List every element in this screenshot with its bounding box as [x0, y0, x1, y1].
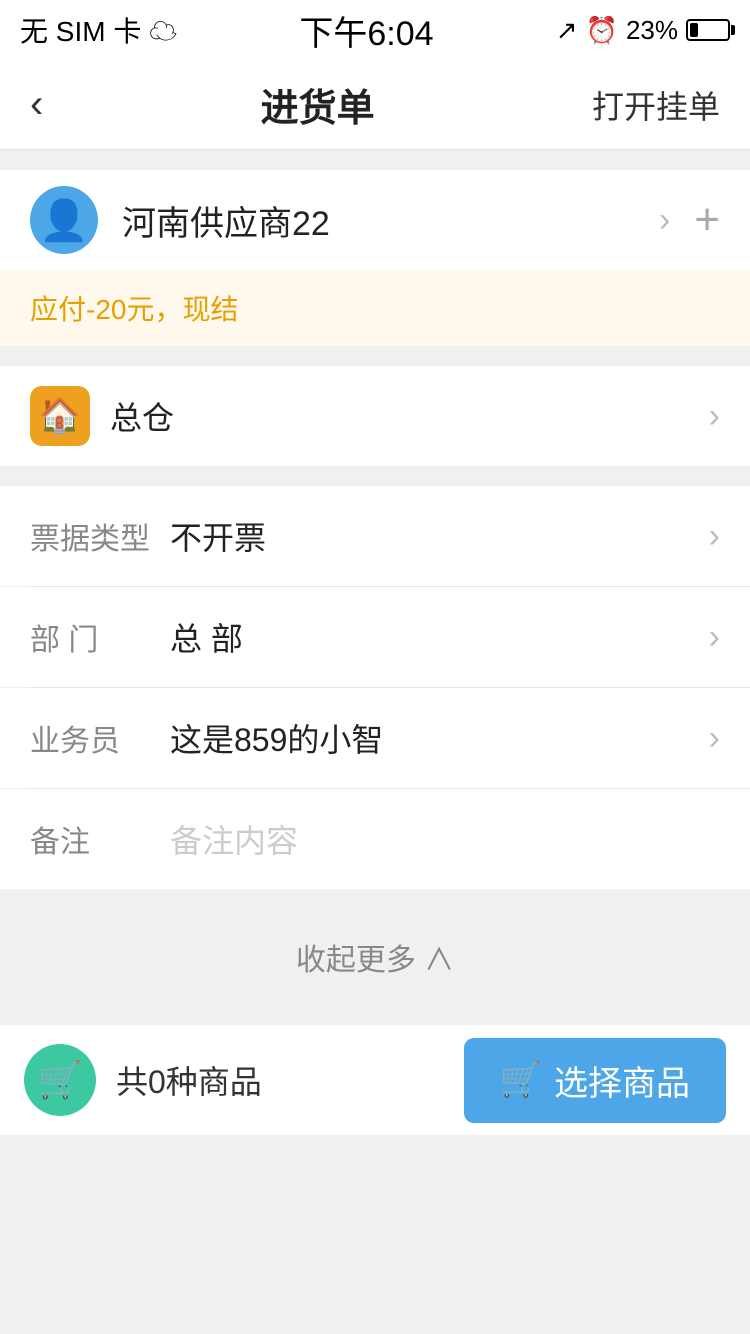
invoice-type-label: 票据类型	[30, 514, 170, 558]
notice-bar: 应付-20元，现结	[0, 270, 750, 346]
salesperson-value: 这是859的小智	[170, 715, 709, 761]
remark-row[interactable]: 备注 备注内容	[0, 789, 750, 889]
collapse-button[interactable]: 收起更多 ∧	[0, 909, 750, 1005]
battery-percent: 23%	[626, 15, 678, 46]
chevron-right-icon: ›	[709, 618, 720, 657]
open-pending-button[interactable]: 打开挂单	[592, 82, 720, 128]
warehouse-row[interactable]: 🏠 总仓 ›	[0, 366, 750, 466]
cart-icon: 🛒	[38, 1059, 83, 1101]
avatar-icon: 👤	[39, 197, 89, 244]
department-label: 部 门	[30, 615, 170, 659]
supplier-name: 河南供应商22	[122, 196, 659, 245]
chevron-right-icon: ›	[709, 719, 720, 758]
department-row[interactable]: 部 门 总 部 ›	[0, 587, 750, 687]
avatar: 👤	[30, 186, 98, 254]
salesperson-row[interactable]: 业务员 这是859的小智 ›	[0, 688, 750, 788]
section-gap-2	[0, 346, 750, 366]
section-gap-4	[0, 889, 750, 909]
product-bar: 🛒 共0种商品 🛒 选择商品	[0, 1025, 750, 1135]
page-title: 进货单	[261, 77, 375, 132]
invoice-type-value: 不开票	[170, 513, 709, 559]
add-button[interactable]: +	[694, 195, 720, 245]
chevron-right-icon: ›	[709, 517, 720, 556]
select-cart-icon: 🛒	[500, 1060, 542, 1100]
signal-icon: ↗	[556, 15, 578, 46]
status-left: 无 SIM 卡 ☁	[20, 10, 177, 50]
remark-placeholder[interactable]: 备注内容	[170, 816, 720, 862]
clock-icon: ⏰	[586, 15, 618, 46]
department-value: 总 部	[170, 614, 709, 660]
product-count-label: 共0种商品	[116, 1057, 464, 1103]
warehouse-icon-bg: 🏠	[30, 386, 90, 446]
status-right: ↗ ⏰ 23%	[556, 15, 730, 46]
status-time: 下午6:04	[299, 6, 433, 55]
supplier-row[interactable]: 👤 河南供应商22 › +	[0, 170, 750, 270]
nav-bar: ‹ 进货单 打开挂单	[0, 60, 750, 150]
section-gap-1	[0, 150, 750, 170]
chevron-right-icon: ›	[659, 201, 670, 240]
warehouse-icon: 🏠	[39, 396, 81, 436]
chevron-right-icon: ›	[709, 397, 720, 436]
status-bar: 无 SIM 卡 ☁ 下午6:04 ↗ ⏰ 23%	[0, 0, 750, 60]
section-gap-5	[0, 1005, 750, 1025]
sim-label: 无 SIM 卡 ☁	[20, 10, 177, 50]
select-product-button[interactable]: 🛒 选择商品	[464, 1038, 726, 1123]
back-button[interactable]: ‹	[30, 82, 43, 127]
section-gap-3	[0, 466, 750, 486]
salesperson-label: 业务员	[30, 716, 170, 760]
battery-icon	[686, 19, 730, 41]
product-icon-bg: 🛒	[24, 1044, 96, 1116]
remark-label: 备注	[30, 817, 170, 861]
select-product-label: 选择商品	[554, 1056, 690, 1105]
invoice-type-row[interactable]: 票据类型 不开票 ›	[0, 486, 750, 586]
warehouse-value: 总仓	[110, 393, 709, 439]
